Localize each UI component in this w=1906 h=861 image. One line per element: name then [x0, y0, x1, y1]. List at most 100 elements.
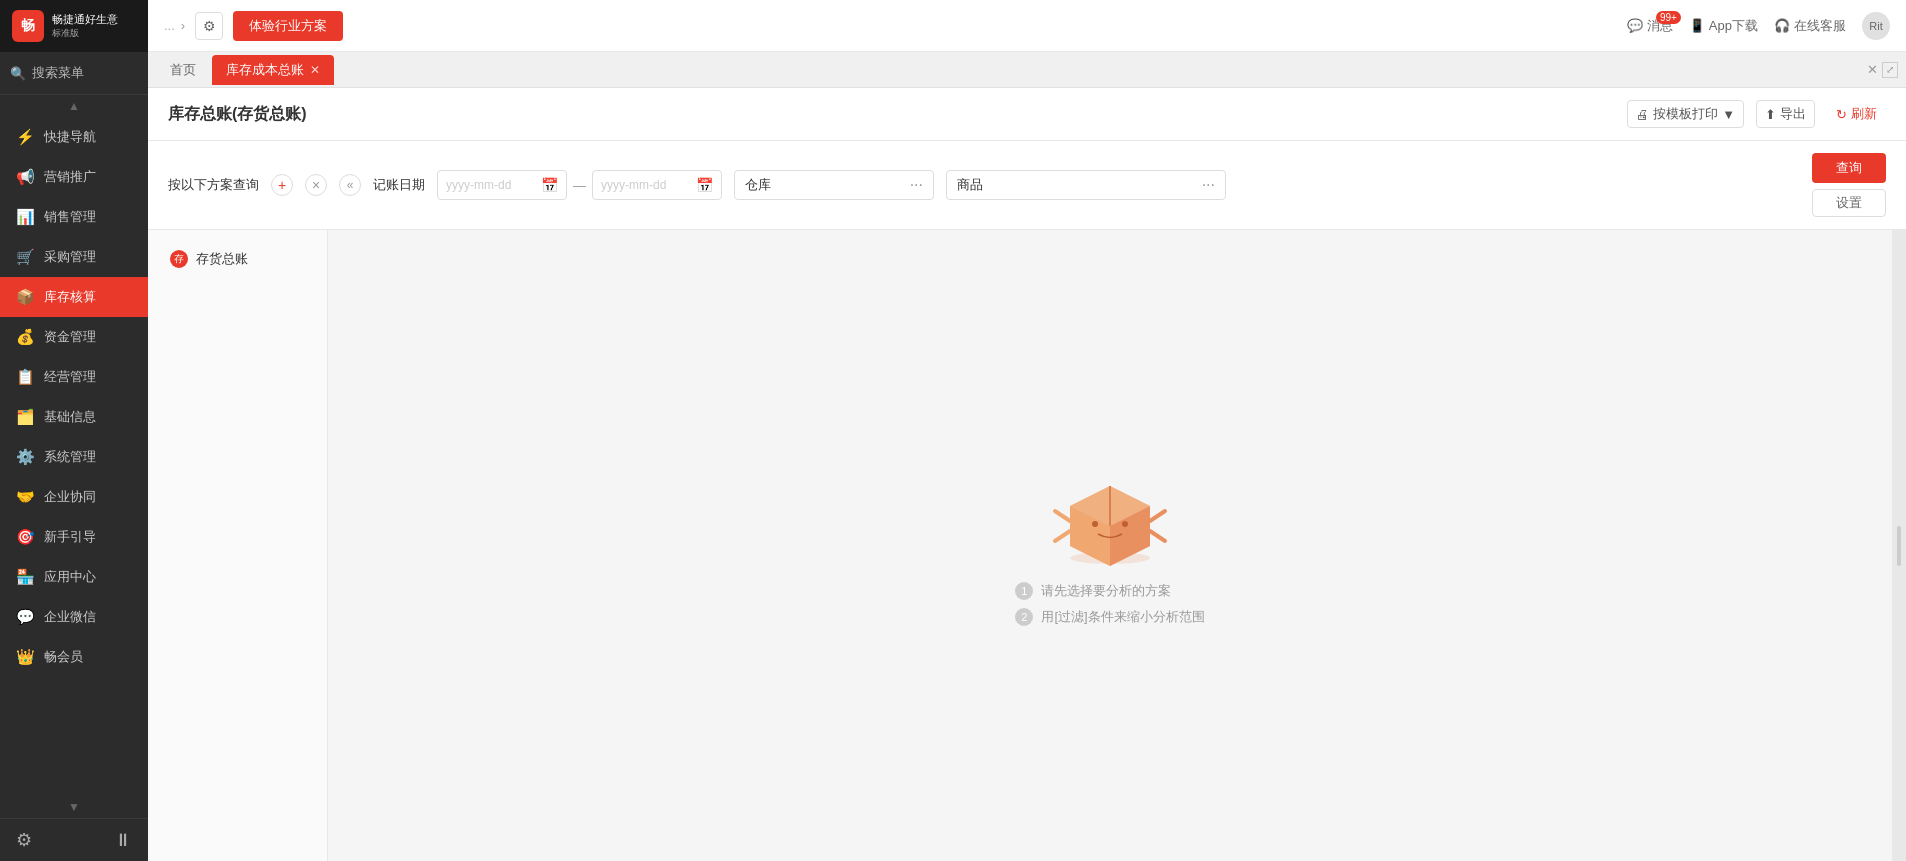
topbar-settings-button[interactable]: ⚙ [195, 12, 223, 40]
user-avatar[interactable]: Rit [1862, 12, 1890, 40]
filter-area: 按以下方案查询 + × « 记账日期 yyyy-mm-dd 📅 — yyyy-m… [148, 141, 1906, 230]
tab-home[interactable]: 首页 [156, 55, 210, 85]
main-content: 1 请先选择要分析的方案 2 用[过滤]条件来缩小分析范围 [328, 230, 1892, 861]
date-start-input[interactable]: yyyy-mm-dd 📅 [437, 170, 567, 200]
wechat-icon: 💬 [16, 608, 34, 626]
marketing-icon: 📢 [16, 168, 34, 186]
footer-sound-icon[interactable]: ⏸ [114, 830, 132, 851]
print-template-button[interactable]: 🖨 按模板打印 ▼ [1627, 100, 1744, 128]
top-bar: ... › ⚙ 体验行业方案 💬 消息 99+ 📱 App下载 🎧 在线客服 [148, 0, 1906, 52]
svg-line-8 [1055, 511, 1070, 521]
scheme-item-inventory-ledger[interactable]: 存 存货总账 [160, 242, 315, 276]
sidebar-item-system[interactable]: ⚙️ 系统管理 [0, 437, 148, 477]
app-logo: 畅 畅捷通好生意 标准版 [0, 0, 148, 52]
sidebar-item-inventory[interactable]: 📦 库存核算 [0, 277, 148, 317]
message-button[interactable]: 💬 消息 99+ [1627, 17, 1673, 35]
sidebar-scroll-down[interactable]: ▼ [0, 796, 148, 818]
sidebar-item-label: 销售管理 [44, 208, 96, 226]
dropdown-icon: ▼ [1722, 107, 1735, 122]
scheme-label: 存货总账 [196, 250, 248, 268]
content-area: 存 存货总账 [148, 230, 1906, 861]
app-tag: 标准版 [52, 27, 118, 40]
search-menu-label: 搜索菜单 [32, 64, 84, 82]
breadcrumb-text: ... [164, 18, 175, 33]
sidebar-item-label: 系统管理 [44, 448, 96, 466]
tip-text-1: 请先选择要分析的方案 [1041, 582, 1171, 600]
tab-close-icon[interactable]: ✕ [310, 63, 320, 77]
gear-icon: ⚙ [203, 18, 216, 34]
product-label: 商品 [957, 176, 983, 194]
tab-inventory-cost[interactable]: 库存成本总账 ✕ [212, 55, 334, 85]
tab-close-panel-button[interactable]: ✕ ⤢ [1867, 62, 1898, 78]
calendar-start-icon: 📅 [541, 177, 558, 193]
scheme-selector: 存 存货总账 [148, 230, 328, 861]
header-actions: 🖨 按模板打印 ▼ ⬆ 导出 ↻ 刷新 [1627, 100, 1886, 128]
sidebar-item-basic[interactable]: 🗂️ 基础信息 [0, 397, 148, 437]
sidebar-item-label: 库存核算 [44, 288, 96, 306]
filter-action-group: 查询 设置 [1812, 153, 1886, 217]
sales-icon: 📊 [16, 208, 34, 226]
warehouse-more-icon: ··· [910, 176, 923, 194]
tip-num-2: 2 [1015, 608, 1033, 626]
empty-tips: 1 请先选择要分析的方案 2 用[过滤]条件来缩小分析范围 [1015, 582, 1204, 626]
app-download-button[interactable]: 📱 App下载 [1689, 17, 1758, 35]
main-area: ... › ⚙ 体验行业方案 💬 消息 99+ 📱 App下载 🎧 在线客服 [148, 0, 1906, 861]
query-button[interactable]: 查询 [1812, 153, 1886, 183]
sidebar-scroll-up[interactable]: ▲ [0, 95, 148, 117]
empty-state: 1 请先选择要分析的方案 2 用[过滤]条件来缩小分析范围 [1015, 466, 1204, 626]
product-more-icon: ··· [1202, 176, 1215, 194]
warehouse-select[interactable]: 仓库 ··· [734, 170, 934, 200]
warehouse-label: 仓库 [745, 176, 771, 194]
tip-num-1: 1 [1015, 582, 1033, 600]
tip-text-2: 用[过滤]条件来缩小分析范围 [1041, 608, 1204, 626]
empty-illustration [1050, 466, 1170, 566]
sidebar-item-newbie[interactable]: 🎯 新手引导 [0, 517, 148, 557]
tab-home-label: 首页 [170, 61, 196, 79]
date-end-placeholder: yyyy-mm-dd [601, 178, 666, 192]
sidebar-item-label: 资金管理 [44, 328, 96, 346]
export-icon: ⬆ [1765, 107, 1776, 122]
right-panel-handle[interactable] [1897, 526, 1901, 566]
filter-add-button[interactable]: + [271, 174, 293, 196]
sidebar-item-wechat[interactable]: 💬 企业微信 [0, 597, 148, 637]
refresh-button[interactable]: ↻ 刷新 [1827, 100, 1886, 128]
print-icon: 🖨 [1636, 107, 1649, 122]
calendar-end-icon: 📅 [696, 177, 713, 193]
app-name: 畅捷通好生意 [52, 12, 118, 26]
date-end-input[interactable]: yyyy-mm-dd 📅 [592, 170, 722, 200]
sidebar-item-shortcut[interactable]: ⚡ 快捷导航 [0, 117, 148, 157]
sidebar-item-marketing[interactable]: 📢 营销推广 [0, 157, 148, 197]
industry-solution-button[interactable]: 体验行业方案 [233, 11, 343, 41]
date-label: 记账日期 [373, 176, 425, 194]
sidebar-item-operation[interactable]: 📋 经营管理 [0, 357, 148, 397]
svg-line-10 [1150, 511, 1165, 521]
date-range-group: yyyy-mm-dd 📅 — yyyy-mm-dd 📅 [437, 170, 722, 200]
online-support-button[interactable]: 🎧 在线客服 [1774, 17, 1846, 35]
sidebar-item-appstore[interactable]: 🏪 应用中心 [0, 557, 148, 597]
search-menu-btn[interactable]: 🔍 搜索菜单 [10, 60, 138, 86]
filter-remove-button[interactable]: × [305, 174, 327, 196]
sidebar-item-label: 营销推广 [44, 168, 96, 186]
phone-icon: 📱 [1689, 18, 1705, 33]
svg-line-11 [1150, 531, 1165, 541]
sidebar-item-vip[interactable]: 👑 畅会员 [0, 637, 148, 677]
product-select[interactable]: 商品 ··· [946, 170, 1226, 200]
export-button[interactable]: ⬆ 导出 [1756, 100, 1815, 128]
sidebar-item-purchase[interactable]: 🛒 采购管理 [0, 237, 148, 277]
filter-label: 按以下方案查询 [168, 176, 259, 194]
footer-settings-icon[interactable]: ⚙ [16, 829, 32, 851]
svg-point-6 [1092, 521, 1098, 527]
svg-line-9 [1055, 531, 1070, 541]
page-header: 库存总账(存货总账) 🖨 按模板打印 ▼ ⬆ 导出 ↻ 刷新 [148, 88, 1906, 141]
sidebar-item-enterprise[interactable]: 🤝 企业协同 [0, 477, 148, 517]
vip-icon: 👑 [16, 648, 34, 666]
filter-collapse-button[interactable]: « [339, 174, 361, 196]
logo-icon: 畅 [12, 10, 44, 42]
system-icon: ⚙️ [16, 448, 34, 466]
headset-icon: 🎧 [1774, 18, 1790, 33]
sidebar-item-sales[interactable]: 📊 销售管理 [0, 197, 148, 237]
sidebar-item-finance[interactable]: 💰 资金管理 [0, 317, 148, 357]
newbie-icon: 🎯 [16, 528, 34, 546]
filter-settings-button[interactable]: 设置 [1812, 189, 1886, 217]
sidebar-item-label: 应用中心 [44, 568, 96, 586]
